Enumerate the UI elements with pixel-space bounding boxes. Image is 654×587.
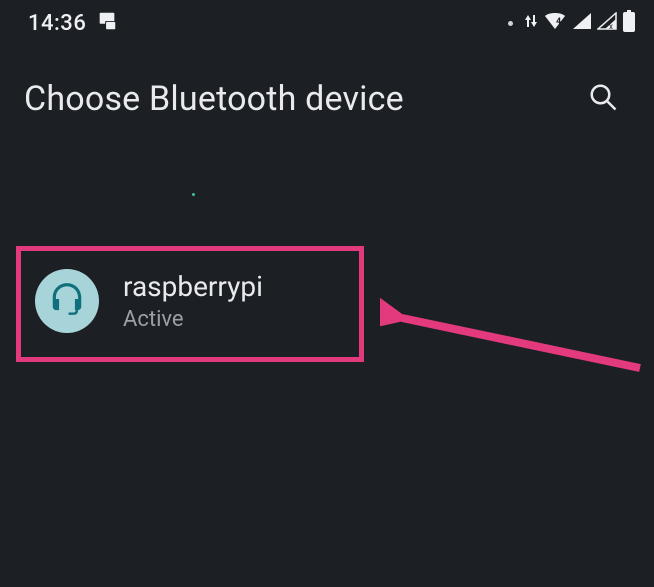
screenshot-icon [96,10,118,36]
headset-icon [48,280,86,322]
device-avatar [35,269,99,333]
search-button[interactable] [582,76,624,121]
data-updown-icon [524,12,538,34]
device-list: raspberrypi Active [0,196,654,362]
device-text: raspberrypi Active [123,270,263,332]
status-bar: 14:36 4 x [0,0,654,42]
notification-dot-icon [508,21,513,26]
status-time: 14:36 [28,11,86,36]
search-icon [588,100,618,115]
status-left: 14:36 [28,10,118,36]
wifi-icon: 4 [543,11,567,35]
status-right: 4 x [508,10,636,36]
svg-text:4: 4 [556,17,561,27]
signal-icon [572,12,592,34]
signal-nosim-icon: x [597,12,617,34]
page-title: Choose Bluetooth device [24,79,404,119]
device-status: Active [123,307,263,332]
device-name: raspberrypi [123,270,263,303]
page-header: Choose Bluetooth device [0,42,654,131]
battery-icon [622,10,636,36]
device-item-raspberrypi[interactable]: raspberrypi Active [16,246,364,362]
svg-text:x: x [609,22,613,30]
